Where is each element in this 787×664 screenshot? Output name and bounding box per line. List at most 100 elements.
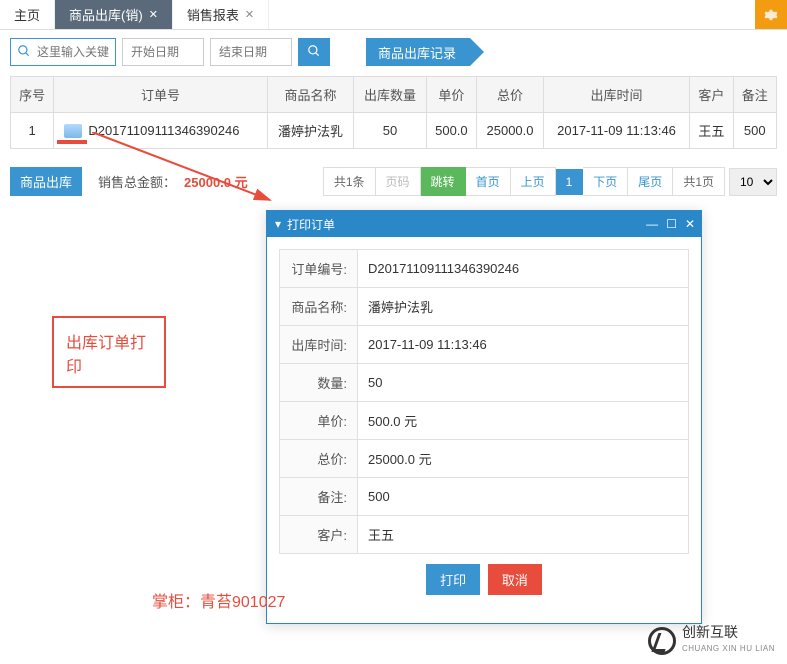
cell-seq: 1	[11, 113, 54, 149]
tab-outbound[interactable]: 商品出库(销) ✕	[55, 0, 173, 29]
th-note: 备注	[733, 77, 776, 113]
th-total: 总价	[477, 77, 544, 113]
search-icon	[11, 44, 37, 61]
outbound-button[interactable]: 商品出库	[10, 167, 82, 196]
pg-current[interactable]: 1	[556, 169, 584, 195]
search-input[interactable]	[37, 39, 115, 65]
toolbar: 商品出库记录	[0, 30, 787, 70]
detail-value: D20171109111346390246	[358, 250, 689, 288]
th-qty: 出库数量	[354, 77, 426, 113]
th-order: 订单号	[54, 77, 267, 113]
annotation-text: 出库订单打印	[66, 335, 146, 376]
close-icon[interactable]: ✕	[149, 8, 158, 21]
pg-size-select[interactable]: 10	[729, 168, 777, 196]
close-icon[interactable]: ✕	[245, 8, 254, 21]
detail-value: 潘婷护法乳	[358, 288, 689, 326]
brand-name: 创新互联	[682, 625, 775, 639]
pg-pages: 共1页	[673, 167, 725, 196]
cell-total: 25000.0	[477, 113, 544, 149]
brand-sub: CHUANG XIN HU LIAN	[682, 644, 775, 653]
th-cust: 客户	[690, 77, 733, 113]
search-button[interactable]	[298, 38, 330, 66]
cell-name: 潘婷护法乳	[267, 113, 354, 149]
cell-time: 2017-11-09 11:13:46	[543, 113, 689, 149]
dialog-controls: — ☐ ✕	[646, 217, 695, 231]
detail-row: 备注:500	[280, 478, 689, 516]
detail-label: 单价:	[280, 402, 358, 440]
brand-text: 创新互联 CHUANG XIN HU LIAN	[682, 625, 775, 656]
th-name: 商品名称	[267, 77, 354, 113]
detail-value: 500	[358, 478, 689, 516]
ribbon-label: 商品出库记录	[378, 43, 456, 62]
detail-label: 数量:	[280, 364, 358, 402]
detail-row: 客户:王五	[280, 516, 689, 554]
th-seq: 序号	[11, 77, 54, 113]
dialog-footer: 打印 取消	[279, 554, 689, 611]
printer-icon[interactable]	[64, 124, 82, 138]
detail-row: 订单编号:D20171109111346390246	[280, 250, 689, 288]
collapse-icon[interactable]: ▾	[275, 217, 281, 231]
detail-label: 商品名称:	[280, 288, 358, 326]
detail-value: 王五	[358, 516, 689, 554]
tab-bar: 主页 商品出库(销) ✕ 销售报表 ✕	[0, 0, 787, 30]
total-value: 25000.0 元	[184, 172, 248, 191]
dialog-body: 订单编号:D20171109111346390246 商品名称:潘婷护法乳 出库…	[267, 237, 701, 623]
pg-last-button[interactable]: 尾页	[628, 167, 673, 196]
pg-first-button[interactable]: 首页	[466, 167, 511, 196]
detail-row: 数量:50	[280, 364, 689, 402]
table-header-row: 序号 订单号 商品名称 出库数量 单价 总价 出库时间 客户 备注	[11, 77, 777, 113]
pg-prev-button[interactable]: 上页	[511, 167, 556, 196]
print-button[interactable]: 打印	[426, 564, 480, 595]
tab-report-label: 销售报表	[187, 5, 239, 24]
cell-note: 500	[733, 113, 776, 149]
gear-icon	[764, 8, 778, 22]
data-table: 序号 订单号 商品名称 出库数量 单价 总价 出库时间 客户 备注 1 D201…	[10, 76, 777, 149]
author-label: 掌柜：青苔901027	[152, 588, 285, 612]
tab-outbound-label: 商品出库(销)	[69, 5, 143, 24]
search-input-wrap	[10, 38, 116, 66]
cell-order: D20171109111346390246	[54, 113, 267, 149]
brand-mark-icon	[648, 627, 676, 655]
settings-button[interactable]	[755, 0, 787, 29]
cell-qty: 50	[354, 113, 426, 149]
detail-table: 订单编号:D20171109111346390246 商品名称:潘婷护法乳 出库…	[279, 249, 689, 554]
total-label: 销售总金额：	[98, 172, 176, 191]
start-date-input[interactable]	[122, 38, 204, 66]
th-time: 出库时间	[543, 77, 689, 113]
pagination: 共1条 页码 跳转 首页 上页 1 下页 尾页 共1页 10	[323, 167, 777, 196]
minimize-icon[interactable]: —	[646, 217, 658, 231]
end-date-input[interactable]	[210, 38, 292, 66]
brand-logo: 创新互联 CHUANG XIN HU LIAN	[648, 625, 775, 656]
cancel-button[interactable]: 取消	[488, 564, 542, 595]
dialog-header[interactable]: ▾ 打印订单 — ☐ ✕	[267, 211, 701, 237]
detail-value: 500.0 元	[358, 402, 689, 440]
detail-row: 总价:25000.0 元	[280, 440, 689, 478]
cell-cust: 王五	[690, 113, 733, 149]
cell-price: 500.0	[426, 113, 477, 149]
pg-jump-button[interactable]: 跳转	[421, 167, 466, 196]
maximize-icon[interactable]: ☐	[666, 217, 677, 231]
order-text: D20171109111346390246	[88, 123, 239, 138]
close-icon[interactable]: ✕	[685, 217, 695, 231]
pg-pageno: 页码	[376, 167, 421, 196]
tab-report[interactable]: 销售报表 ✕	[173, 0, 269, 29]
detail-row: 单价:500.0 元	[280, 402, 689, 440]
table-row[interactable]: 1 D20171109111346390246 潘婷护法乳 50 500.0 2…	[11, 113, 777, 149]
detail-label: 备注:	[280, 478, 358, 516]
pg-total: 共1条	[323, 167, 376, 196]
detail-label: 出库时间:	[280, 326, 358, 364]
detail-row: 出库时间:2017-11-09 11:13:46	[280, 326, 689, 364]
detail-value: 2017-11-09 11:13:46	[358, 326, 689, 364]
detail-label: 总价:	[280, 440, 358, 478]
annotation-box: 出库订单打印	[52, 316, 166, 388]
search-icon	[307, 44, 321, 58]
pg-next-button[interactable]: 下页	[583, 167, 628, 196]
action-bar: 商品出库 销售总金额： 25000.0 元 共1条 页码 跳转 首页 上页 1 …	[0, 149, 787, 196]
th-price: 单价	[426, 77, 477, 113]
detail-value: 25000.0 元	[358, 440, 689, 478]
breadcrumb-ribbon: 商品出库记录	[366, 38, 470, 66]
detail-value: 50	[358, 364, 689, 402]
dialog-title: 打印订单	[287, 216, 335, 233]
tab-home-label: 主页	[14, 5, 40, 24]
tab-home[interactable]: 主页	[0, 0, 55, 29]
